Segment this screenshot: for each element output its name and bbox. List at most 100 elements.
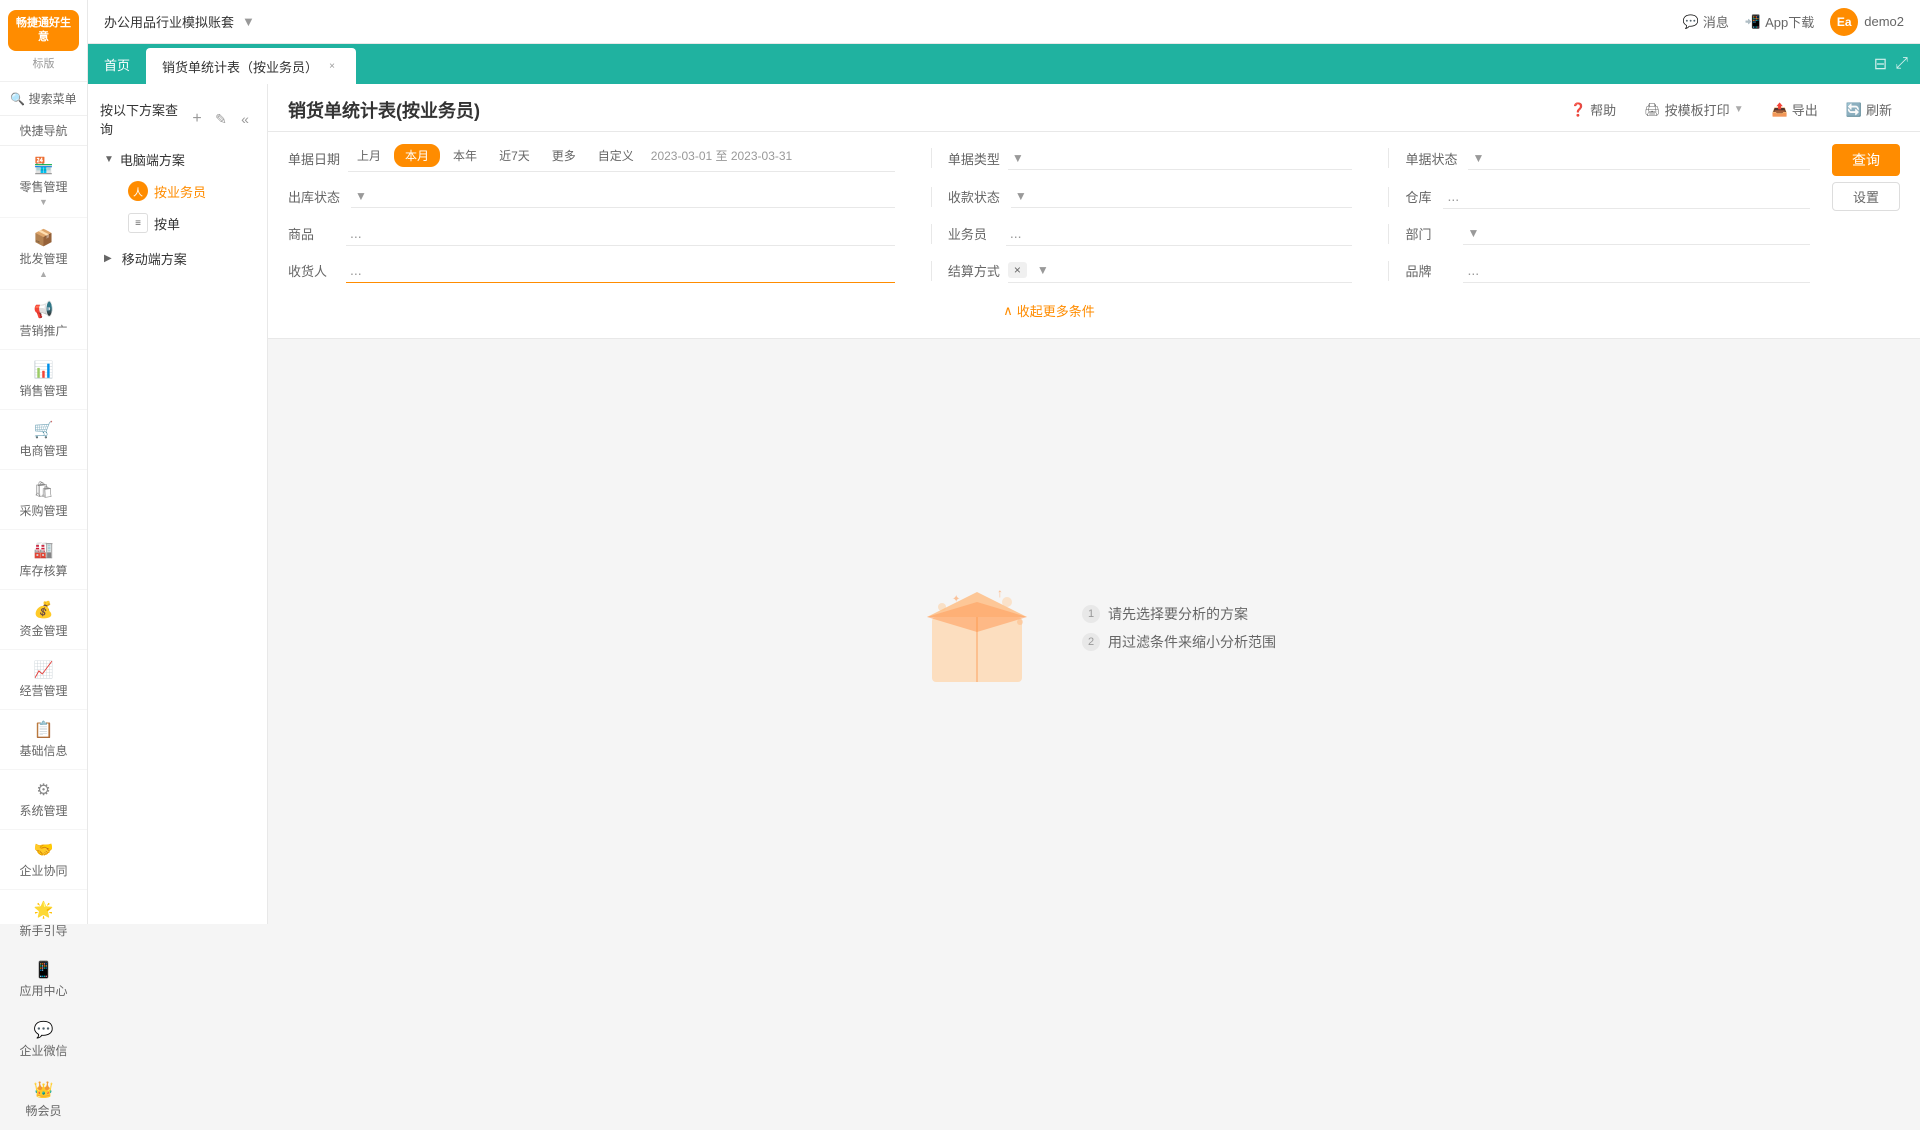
print-btn[interactable]: 🖨 按模板打印 ▼ <box>1636 96 1751 123</box>
operation-label: 经营管理 <box>19 682 67 699</box>
settings-button[interactable]: 设置 <box>1832 182 1900 211</box>
receipt-status-control[interactable]: ▼ <box>1011 185 1353 208</box>
page-header-actions: ❓ 帮助 🖨 按模板打印 ▼ 📤 导出 🔄 刷新 <box>1562 96 1900 123</box>
refresh-btn[interactable]: 🔄 刷新 <box>1838 96 1900 123</box>
warehouse-control[interactable]: ... <box>1443 184 1810 209</box>
app-selector-arrow[interactable]: ▼ <box>242 14 255 29</box>
settlement-control[interactable]: × ▼ <box>1008 258 1353 283</box>
enterprise-icon: 🤝 <box>34 840 54 860</box>
sidebar-item-sales[interactable]: 📊 销售管理 <box>0 350 87 410</box>
doc-status-arrow[interactable]: ▼ <box>1472 151 1484 165</box>
consignee-control[interactable]: ... <box>346 258 895 283</box>
help-btn[interactable]: ❓ 帮助 <box>1562 96 1624 123</box>
add-scheme-btn[interactable]: + <box>187 109 207 129</box>
brand-filter: 品牌 ... <box>1405 258 1810 283</box>
tab-pin-btn[interactable]: ⊟ <box>1874 54 1887 74</box>
app-name: 办公用品行业模拟账套 <box>104 12 234 31</box>
collapse-filter-btn[interactable]: ∧ 收起更多条件 <box>288 295 1810 326</box>
salesperson-ellipsis[interactable]: ... <box>1010 225 1022 241</box>
divider-4 <box>1388 187 1389 207</box>
filter-wrapper: 单据日期 上月 本月 本年 近7天 更多 自定义 20 <box>288 144 1900 326</box>
sidebar-item-wechat[interactable]: 💬 企业微信 <box>0 1010 87 1070</box>
date-btn-custom[interactable]: 自定义 <box>589 144 643 167</box>
sidebar-item-member[interactable]: 👑 畅会员 <box>0 1070 87 1130</box>
tree-mobile-label: 移动端方案 <box>122 249 187 268</box>
app-download-btn[interactable]: 📲 App下载 <box>1745 12 1814 31</box>
marketing-label: 营销推广 <box>19 322 67 339</box>
tab-sales-stats[interactable]: 销货单统计表（按业务员） × <box>146 48 356 84</box>
tree-item-mobile[interactable]: ▶ 移动端方案 <box>88 243 267 274</box>
retail-icon: 🏪 <box>34 156 54 176</box>
department-control[interactable]: ▼ <box>1463 222 1810 245</box>
sidebar-item-newbie[interactable]: 🌟 新手引导 <box>0 890 87 950</box>
svg-text:✦: ✦ <box>952 594 960 605</box>
date-btn-7days[interactable]: 近7天 <box>490 144 539 167</box>
sidebar-item-system[interactable]: ⚙ 系统管理 <box>0 770 87 830</box>
retail-arrow: ▼ <box>39 197 48 207</box>
empty-step-1: 1 请先选择要分析的方案 <box>1082 604 1276 624</box>
tree-item-pc[interactable]: ▼ 电脑端方案 <box>88 144 267 175</box>
date-btn-last-month[interactable]: 上月 <box>348 144 390 167</box>
export-btn[interactable]: 📤 导出 <box>1764 96 1826 123</box>
doc-status-control[interactable]: ▼ <box>1468 147 1810 170</box>
query-button[interactable]: 查询 <box>1832 144 1900 176</box>
tree-child-by-order[interactable]: ≡ 按单 <box>112 207 267 239</box>
sidebar-item-finance[interactable]: 💰 资金管理 <box>0 590 87 650</box>
out-status-arrow[interactable]: ▼ <box>355 189 367 203</box>
search-menu[interactable]: 🔍 搜索菜单 <box>0 82 87 116</box>
quick-nav[interactable]: 快捷导航 <box>0 116 87 146</box>
ecommerce-label: 电商管理 <box>19 442 67 459</box>
brand-ellipsis[interactable]: ... <box>1467 262 1479 278</box>
sidebar-item-wholesale[interactable]: 📦 批发管理 ▲ <box>0 218 87 290</box>
tree-pc-children: 人 按业务员 ≡ 按单 <box>88 175 267 239</box>
wechat-label: 企业微信 <box>19 1042 67 1059</box>
sidebar-item-enterprise[interactable]: 🤝 企业协同 <box>0 830 87 890</box>
sidebar-item-basic[interactable]: 📋 基础信息 <box>0 710 87 770</box>
department-arrow[interactable]: ▼ <box>1467 226 1479 240</box>
collapse-panel-btn[interactable]: « <box>235 109 255 129</box>
settlement-arrow[interactable]: ▼ <box>1037 263 1049 277</box>
tab-close-btn[interactable]: × <box>324 58 340 74</box>
svg-text:↑: ↑ <box>997 586 1003 600</box>
goods-ellipsis[interactable]: ... <box>350 225 362 241</box>
filter-row-2: 出库状态 ▼ 收款状态 ▼ <box>288 184 1810 209</box>
tab-expand-btn[interactable]: ⤢ <box>1895 55 1908 73</box>
warehouse-ellipsis[interactable]: ... <box>1447 188 1459 204</box>
appstore-icon: 📱 <box>34 960 54 980</box>
sidebar-item-purchase[interactable]: 🛍 采购管理 <box>0 470 87 530</box>
receipt-status-arrow[interactable]: ▼ <box>1015 189 1027 203</box>
avatar: Ea <box>1830 8 1858 36</box>
sidebar-item-inventory[interactable]: 🏭 库存核算 <box>0 530 87 590</box>
ecommerce-icon: 🛒 <box>34 420 54 440</box>
sidebar-item-operation[interactable]: 📈 经营管理 <box>0 650 87 710</box>
out-status-filter: 出库状态 ▼ <box>288 185 915 208</box>
tree-expand-arrow: ▼ <box>104 154 114 165</box>
edit-scheme-btn[interactable]: ✎ <box>211 109 231 129</box>
consignee-ellipsis[interactable]: ... <box>350 262 362 278</box>
tree-child-salesperson[interactable]: 人 按业务员 <box>112 175 267 207</box>
doc-type-arrow[interactable]: ▼ <box>1012 151 1024 165</box>
sidebar-item-ecommerce[interactable]: 🛒 电商管理 <box>0 410 87 470</box>
sidebar-item-marketing[interactable]: 📢 营销推广 <box>0 290 87 350</box>
message-btn[interactable]: 💬 消息 <box>1683 12 1729 31</box>
date-btn-current-year[interactable]: 本年 <box>444 144 486 167</box>
divider-2 <box>1388 148 1389 168</box>
doc-type-control[interactable]: ▼ <box>1008 147 1353 170</box>
filter-right-buttons: 查询 设置 <box>1832 144 1900 211</box>
settlement-tag-close[interactable]: × <box>1014 263 1021 277</box>
date-btn-current-month[interactable]: 本月 <box>394 144 440 167</box>
logo-sub: 标版 <box>8 55 79 71</box>
user-info[interactable]: Ea demo2 <box>1830 8 1904 36</box>
sidebar-item-appstore[interactable]: 📱 应用中心 <box>0 950 87 1010</box>
newbie-icon: 🌟 <box>34 900 54 920</box>
date-btn-more[interactable]: 更多 <box>543 144 585 167</box>
out-status-control[interactable]: ▼ <box>351 185 895 208</box>
salesperson-control[interactable]: ... <box>1006 221 1353 246</box>
brand-control[interactable]: ... <box>1463 258 1810 283</box>
sidebar-item-retail[interactable]: 🏪 零售管理 ▼ <box>0 146 87 218</box>
doc-type-filter: 单据类型 ▼ <box>948 147 1373 170</box>
filter-row-4: 收货人 ... 结算方式 × <box>288 258 1810 283</box>
goods-control[interactable]: ... <box>346 221 895 246</box>
basic-label: 基础信息 <box>19 742 67 759</box>
tab-home[interactable]: 首页 <box>88 44 146 84</box>
